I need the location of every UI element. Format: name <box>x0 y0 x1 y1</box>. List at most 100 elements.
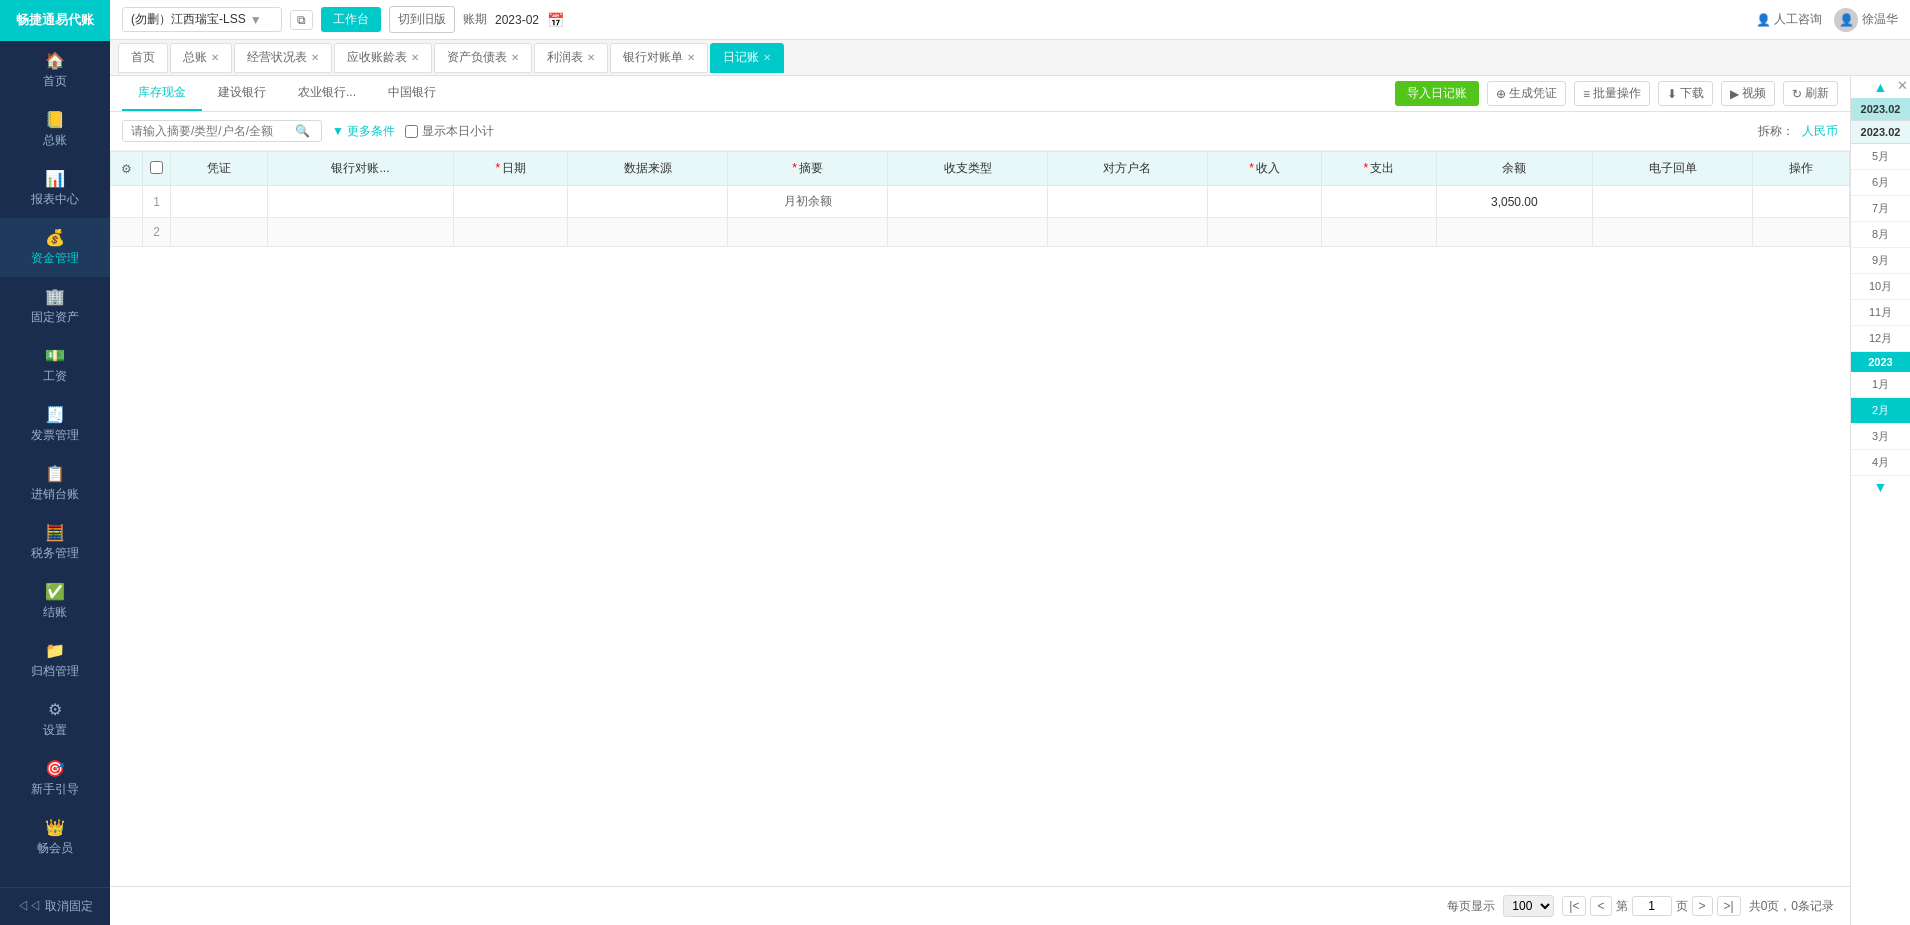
sidebar-item-tax[interactable]: 🧮 税务管理 <box>0 513 110 572</box>
tab-ledger[interactable]: 总账 ✕ <box>170 43 232 73</box>
show-daily-checkbox-wrap[interactable]: 显示本日小计 <box>405 123 494 140</box>
search-icon[interactable]: 🔍 <box>295 124 310 138</box>
avatar-icon: 👤 <box>1839 13 1854 27</box>
batch-op-button[interactable]: ≡ 批量操作 <box>1574 81 1650 106</box>
sidebar-item-settings[interactable]: ⚙ 设置 <box>0 690 110 749</box>
tab-ar-aging[interactable]: 应收账龄表 ✕ <box>334 43 432 73</box>
col-voucher: 凭证 <box>171 152 268 186</box>
generate-voucher-button[interactable]: ⊕ 生成凭证 <box>1487 81 1566 106</box>
download-label: 下载 <box>1680 85 1704 102</box>
sub-tab-cash-label: 库存现金 <box>138 85 186 99</box>
customer-service[interactable]: 👤 人工咨询 <box>1756 11 1822 28</box>
tab-ar-aging-close[interactable]: ✕ <box>411 52 419 63</box>
tab-ledger-close[interactable]: ✕ <box>211 52 219 63</box>
sidebar-item-payroll[interactable]: 💵 工资 <box>0 336 110 395</box>
date-month-6[interactable]: 6月 <box>1851 170 1910 196</box>
date-month-11[interactable]: 11月 <box>1851 300 1910 326</box>
total-records: 共0页，0条记录 <box>1749 898 1834 915</box>
sidebar-item-member[interactable]: 👑 畅会员 <box>0 808 110 867</box>
row-counterpart-cell <box>1047 186 1207 218</box>
sub-tab-boc[interactable]: 中国银行 <box>372 76 452 111</box>
sidebar-item-label: 首页 <box>43 73 67 90</box>
date-month-5[interactable]: 5月 <box>1851 144 1910 170</box>
more-filter-label: 更多条件 <box>347 123 395 140</box>
member-icon: 👑 <box>45 818 65 837</box>
sub-tab-abc-label: 农业银行... <box>298 85 356 99</box>
col-checkbox[interactable] <box>143 152 171 186</box>
tab-journal[interactable]: 日记账 ✕ <box>710 43 784 73</box>
unpin-button[interactable]: ◁◁ 取消固定 <box>0 887 110 925</box>
tab-balance-sheet-close[interactable]: ✕ <box>511 52 519 63</box>
date-month-2[interactable]: 2月 <box>1851 398 1910 424</box>
table-settings-icon[interactable]: ⚙ <box>121 162 132 176</box>
workspace-button[interactable]: 工作台 <box>321 7 381 32</box>
download-button[interactable]: ⬇ 下载 <box>1658 81 1713 106</box>
tab-income[interactable]: 利润表 ✕ <box>534 43 608 73</box>
sidebar-item-ledger[interactable]: 📒 总账 <box>0 100 110 159</box>
currency-value[interactable]: 人民币 <box>1802 123 1838 140</box>
user-info[interactable]: 👤 徐温华 <box>1834 8 1898 32</box>
date-month-1[interactable]: 1月 <box>1851 372 1910 398</box>
col-settings[interactable]: ⚙ <box>111 152 143 186</box>
sidebar-item-finance[interactable]: 💰 资金管理 <box>0 218 110 277</box>
page-input[interactable] <box>1632 896 1672 916</box>
show-daily-checkbox[interactable] <box>405 125 418 138</box>
date-month-8[interactable]: 8月 <box>1851 222 1910 248</box>
sidebar-item-inout[interactable]: 📋 进销台账 <box>0 454 110 513</box>
calendar-icon[interactable]: 📅 <box>547 12 564 28</box>
date-month-3[interactable]: 3月 <box>1851 424 1910 450</box>
sidebar-item-label: 设置 <box>43 722 67 739</box>
tab-home[interactable]: 首页 <box>118 43 168 73</box>
date-month-9[interactable]: 9月 <box>1851 248 1910 274</box>
date-year-top1: 2023.02 <box>1851 98 1910 121</box>
date-panel-down-nav[interactable]: ▼ <box>1851 476 1910 498</box>
sub-tab-boc-label: 中国银行 <box>388 85 436 99</box>
tabs-bar: 首页 总账 ✕ 经营状况表 ✕ 应收账龄表 ✕ 资产负债表 ✕ 利润表 ✕ 银行… <box>110 40 1910 76</box>
batch-op-label: 批量操作 <box>1593 85 1641 102</box>
search-input[interactable] <box>131 124 291 138</box>
date-panel-close[interactable]: ✕ <box>1897 78 1908 93</box>
old-version-button[interactable]: 切到旧版 <box>389 6 455 33</box>
company-selector[interactable]: (勿删）江西瑞宝-LSS ▼ <box>122 7 282 32</box>
sidebar-item-invoice[interactable]: 🧾 发票管理 <box>0 395 110 454</box>
tab-balance-sheet[interactable]: 资产负债表 ✕ <box>434 43 532 73</box>
sidebar-item-home[interactable]: 🏠 首页 <box>0 41 110 100</box>
col-bank-match: 银行对账... <box>267 152 453 186</box>
video-icon: ▶ <box>1730 87 1739 101</box>
select-all-checkbox[interactable] <box>150 161 163 174</box>
page-size-select[interactable]: 100 50 200 <box>1503 895 1554 917</box>
refresh-button[interactable]: ↻ 刷新 <box>1783 81 1838 106</box>
last-page-button[interactable]: >| <box>1717 896 1741 916</box>
tab-income-close[interactable]: ✕ <box>587 52 595 63</box>
next-page-button[interactable]: > <box>1692 896 1713 916</box>
date-month-10[interactable]: 10月 <box>1851 274 1910 300</box>
sidebar-item-assets[interactable]: 🏢 固定资产 <box>0 277 110 336</box>
row-counterpart-cell <box>1047 218 1207 247</box>
date-month-12[interactable]: 12月 <box>1851 326 1910 352</box>
date-month-7[interactable]: 7月 <box>1851 196 1910 222</box>
video-button[interactable]: ▶ 视频 <box>1721 81 1775 106</box>
import-journal-button[interactable]: 导入日记账 <box>1395 81 1479 106</box>
finance-icon: 💰 <box>45 228 65 247</box>
sub-tab-cash[interactable]: 库存现金 <box>122 76 202 111</box>
more-filter-button[interactable]: ▼ 更多条件 <box>332 123 395 140</box>
tab-journal-close[interactable]: ✕ <box>763 52 771 63</box>
sidebar-item-reports[interactable]: 📊 报表中心 <box>0 159 110 218</box>
sub-tab-ccb[interactable]: 建设银行 <box>202 76 282 111</box>
first-page-button[interactable]: |< <box>1562 896 1586 916</box>
tab-business-status[interactable]: 经营状况表 ✕ <box>234 43 332 73</box>
sidebar-item-archive[interactable]: 📁 归档管理 <box>0 631 110 690</box>
row-expense-cell <box>1322 186 1436 218</box>
tab-business-status-close[interactable]: ✕ <box>311 52 319 63</box>
date-month-4[interactable]: 4月 <box>1851 450 1910 476</box>
sidebar-item-close[interactable]: ✅ 结账 <box>0 572 110 631</box>
col-payment-type: 收支类型 <box>888 152 1048 186</box>
tab-bank-reconcile[interactable]: 银行对账单 ✕ <box>610 43 708 73</box>
sidebar-item-label: 结账 <box>43 604 67 621</box>
row-balance-cell <box>1436 218 1592 247</box>
tab-bank-reconcile-close[interactable]: ✕ <box>687 52 695 63</box>
prev-page-button[interactable]: < <box>1590 896 1611 916</box>
copy-company-button[interactable]: ⧉ <box>290 10 313 30</box>
sub-tab-abc[interactable]: 农业银行... <box>282 76 372 111</box>
sidebar-item-guide[interactable]: 🎯 新手引导 <box>0 749 110 808</box>
